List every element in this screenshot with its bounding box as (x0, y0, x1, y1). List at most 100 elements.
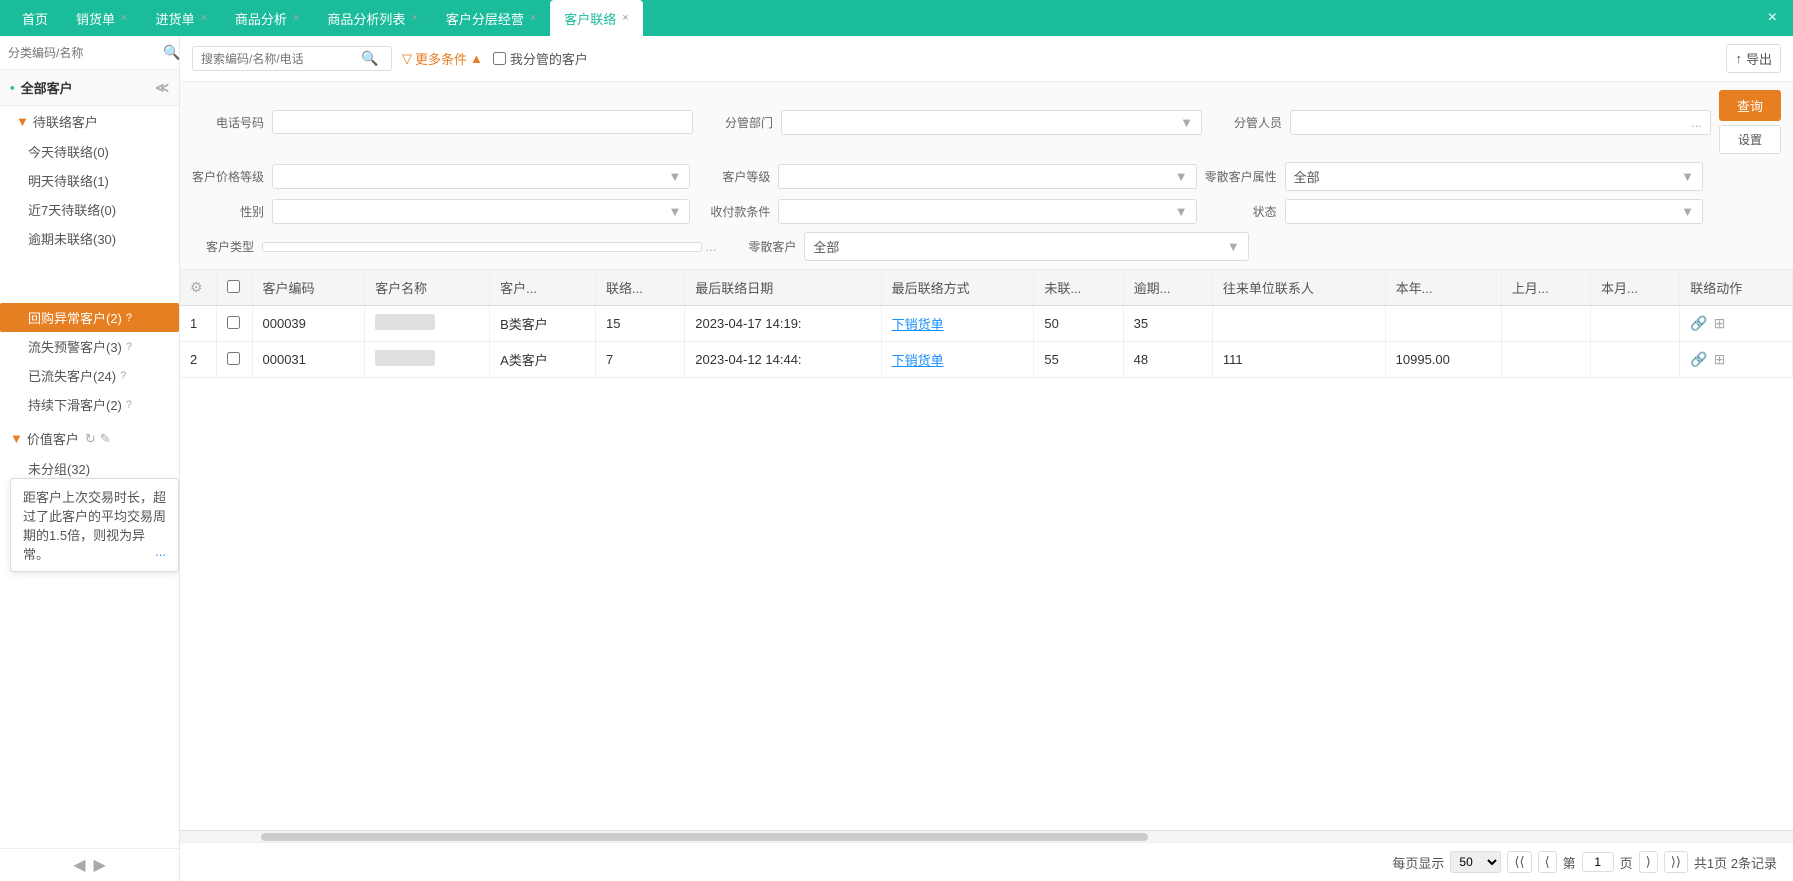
nav-tab-customer-contact[interactable]: 客户联络 × (550, 0, 642, 36)
pending-contact-group[interactable]: ▼ 待联络客户 (0, 106, 179, 137)
horizontal-scrollbar-thumb[interactable] (261, 833, 1148, 841)
settings-button[interactable]: 设置 (1719, 125, 1781, 154)
sidebar-item-declining[interactable]: 持续下滑客户(2) ? (0, 390, 179, 419)
retail-attr-select[interactable]: 全部 ▼ (1285, 162, 1703, 191)
close-purchase-tab[interactable]: × (200, 12, 206, 24)
sidebar-item-overdue[interactable]: 逾期未联络(30) (0, 224, 179, 253)
gender-select[interactable]: ▼ (272, 199, 690, 224)
last-page-btn[interactable]: ⟩⟩ (1664, 851, 1688, 873)
my-customers-checkbox-wrap: 我分管的客户 (493, 49, 588, 68)
filter-price-level-field: 客户价格等级 ▼ (192, 164, 690, 189)
sidebar-item-abnormal[interactable]: 回购异常客户(2) ? (0, 303, 179, 332)
close-customer-contact-tab[interactable]: × (622, 12, 628, 24)
col-overdue[interactable]: 逾期... (1123, 270, 1212, 306)
search-input-wrap: 🔍 (192, 46, 392, 71)
value-group-refresh-icon[interactable]: ↻ (85, 431, 96, 447)
cell-checkbox-1 (216, 306, 252, 342)
sidebar-prev-arrow[interactable]: ◀ (73, 855, 85, 875)
first-page-btn[interactable]: ⟨⟨ (1507, 851, 1531, 873)
cell-last-month-2 (1501, 342, 1590, 378)
select-all-checkbox[interactable] (227, 280, 240, 293)
sidebar-search-input[interactable] (8, 46, 163, 60)
next-page-btn[interactable]: ⟩ (1639, 851, 1658, 873)
action-link-icon-1[interactable]: 🔗 (1690, 315, 1707, 332)
retail-customer-select[interactable]: 全部 ▼ (804, 232, 1248, 261)
close-sales-tab[interactable]: × (121, 12, 127, 24)
action-qr-icon-2[interactable]: ⊞ (1714, 351, 1726, 368)
table-settings-icon[interactable]: ⚙ (190, 279, 203, 295)
tooltip-more[interactable]: ... (155, 544, 166, 559)
cell-this-year-1 (1385, 306, 1501, 342)
col-last-date[interactable]: 最后联络日期 (685, 270, 881, 306)
dept-caret-icon: ▼ (1180, 115, 1193, 130)
customer-type-select[interactable] (262, 242, 702, 252)
per-page-select[interactable]: 50 100 200 (1450, 851, 1501, 873)
value-customers-group[interactable]: ▼ 价值客户 ↻ ✎ (0, 423, 179, 454)
export-button[interactable]: ↑ 导出 (1726, 44, 1781, 73)
col-this-month[interactable]: 本月... (1590, 270, 1679, 306)
customer-search-icon[interactable]: 🔍 (361, 50, 378, 67)
sidebar-item-lostwarning[interactable]: 流失预警客户(3) ? (0, 332, 179, 361)
row-checkbox-2[interactable] (227, 352, 240, 365)
col-no-contact[interactable]: 未联... (1034, 270, 1123, 306)
sidebar-item-lost[interactable]: 已流失客户(24) ? (0, 361, 179, 390)
col-last-month[interactable]: 上月... (1501, 270, 1590, 306)
customer-level-caret-icon: ▼ (1175, 169, 1188, 184)
nav-tab-home[interactable]: 首页 (8, 0, 62, 36)
cell-name-1 (365, 306, 490, 342)
row-checkbox-1[interactable] (227, 316, 240, 329)
nav-tab-sales[interactable]: 销货单 × (62, 0, 141, 36)
status-select[interactable]: ▼ (1285, 199, 1703, 224)
col-name[interactable]: 客户名称 (365, 270, 490, 306)
sidebar-item-today[interactable]: 今天待联络(0) (0, 137, 179, 166)
my-customers-checkbox[interactable] (493, 52, 506, 65)
table-row: 1 000039 B类客户 (180, 306, 1793, 342)
abnormal-info-icon: ? (126, 312, 132, 324)
horizontal-scrollbar[interactable] (180, 830, 1793, 842)
nav-tab-analysis[interactable]: 商品分析 × (221, 0, 313, 36)
person-select[interactable]: ... (1290, 110, 1711, 135)
nav-tab-purchase[interactable]: 进货单 × (141, 0, 220, 36)
col-type[interactable]: 客户... (490, 270, 596, 306)
nav-tab-customer-mgmt[interactable]: 客户分层经营 × (432, 0, 550, 36)
col-this-year[interactable]: 本年... (1385, 270, 1501, 306)
prev-page-btn[interactable]: ⟨ (1538, 851, 1557, 873)
sidebar-collapse-icon[interactable]: ≪ (155, 80, 169, 96)
phone-input[interactable] (272, 110, 693, 134)
col-contact-person[interactable]: 往来单位联系人 (1212, 270, 1385, 306)
col-contact-count[interactable]: 联络... (596, 270, 685, 306)
dept-select[interactable]: ▼ (781, 110, 1202, 135)
cell-index-1: 1 (180, 306, 216, 342)
close-customer-mgmt-tab[interactable]: × (530, 12, 536, 24)
payment-select[interactable]: ▼ (778, 199, 1196, 224)
sidebar-item-tomorrow[interactable]: 明天待联络(1) (0, 166, 179, 195)
sidebar: 🔍 ▪ 全部客户 ≪ ▼ 待联络客户 今天待联络(0) 明天待联络(1) 近7天… (0, 36, 180, 881)
cell-overdue-2: 48 (1123, 342, 1212, 378)
col-last-method[interactable]: 最后联络方式 (881, 270, 1034, 306)
page-number-input[interactable] (1582, 852, 1614, 872)
action-qr-icon-1[interactable]: ⊞ (1714, 315, 1726, 332)
cell-contact-person-2: 111 (1212, 342, 1385, 378)
cell-name-2 (365, 342, 490, 378)
lost-info-icon: ? (120, 370, 126, 382)
close-analysis-list-tab[interactable]: × (411, 12, 417, 24)
action-link-icon-2[interactable]: 🔗 (1690, 351, 1707, 368)
price-level-select[interactable]: ▼ (272, 164, 690, 189)
query-button[interactable]: 查询 (1719, 90, 1781, 121)
customer-level-select[interactable]: ▼ (778, 164, 1196, 189)
lostwarning-info-icon: ? (126, 341, 132, 353)
sidebar-next-arrow[interactable]: ▶ (94, 855, 106, 875)
window-close-button[interactable]: × (1760, 9, 1785, 27)
close-analysis-tab[interactable]: × (293, 12, 299, 24)
cell-type-2: A类客户 (490, 342, 596, 378)
cell-last-date-2: 2023-04-12 14:44: (685, 342, 881, 378)
sidebar-search-icon[interactable]: 🔍 (163, 44, 180, 61)
all-customers-toggle[interactable]: ▪ (10, 80, 15, 95)
value-group-edit-icon[interactable]: ✎ (100, 431, 111, 447)
nav-tab-analysis-list[interactable]: 商品分析列表 × (313, 0, 431, 36)
col-code[interactable]: 客户编码 (252, 270, 365, 306)
sidebar-item-7days[interactable]: 近7天待联络(0) (0, 195, 179, 224)
more-conditions-btn[interactable]: ▽ 更多条件 ▲ (402, 49, 483, 68)
customer-search-input[interactable] (201, 52, 361, 66)
cell-no-contact-1: 50 (1034, 306, 1123, 342)
